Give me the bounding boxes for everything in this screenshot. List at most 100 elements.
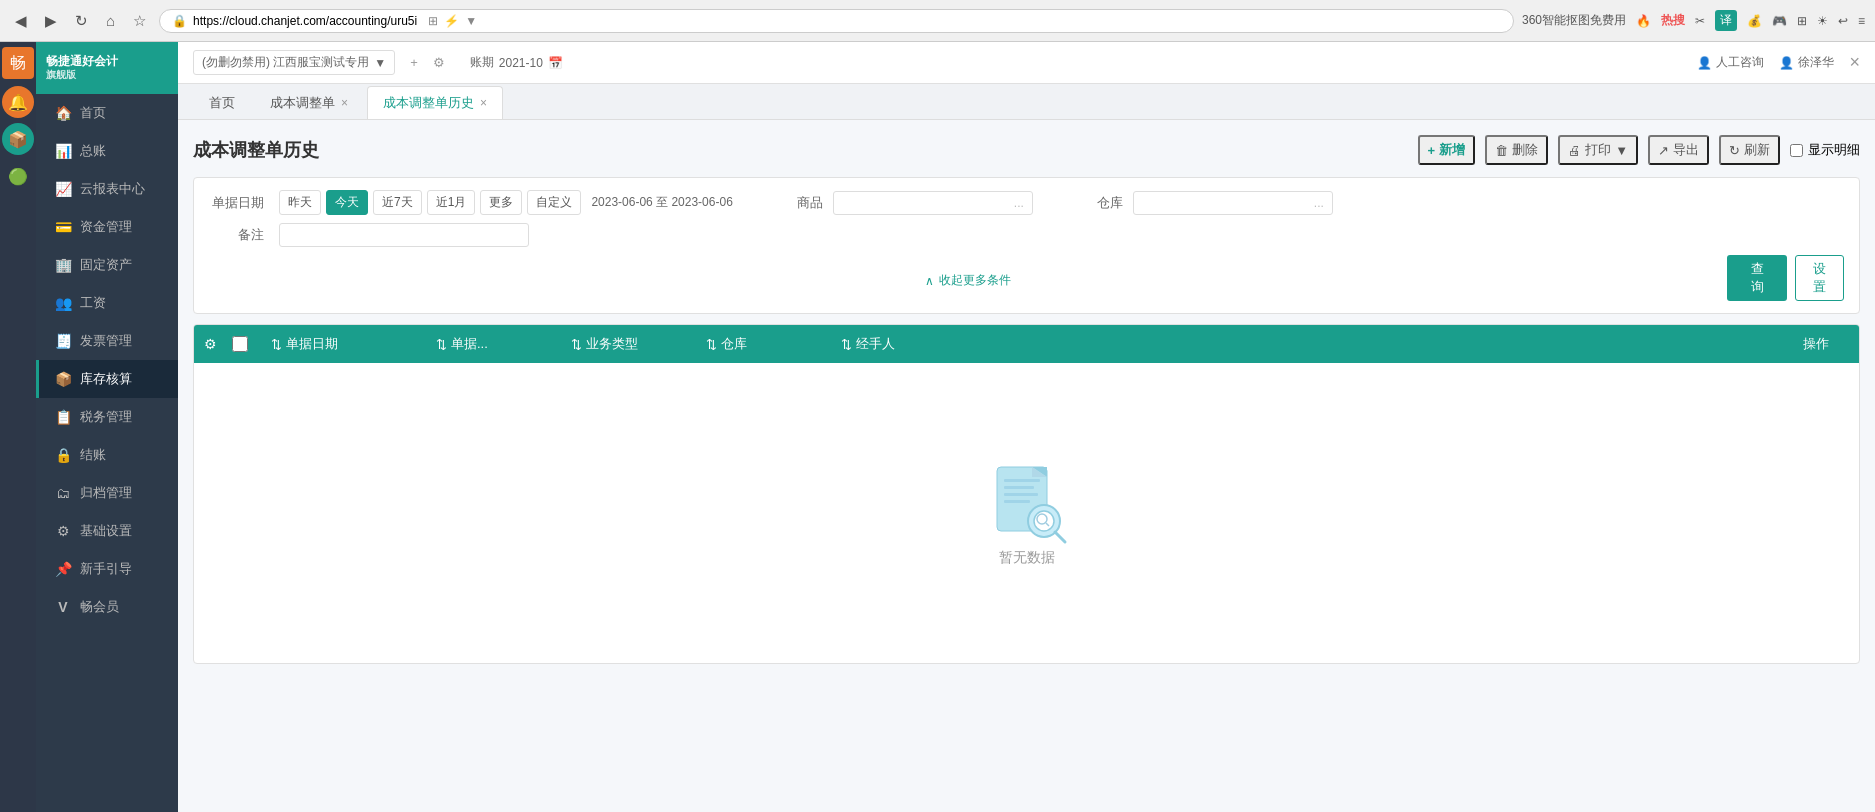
nav-item-tax-label: 税务管理: [80, 408, 132, 426]
consult-label: 人工咨询: [1716, 54, 1764, 71]
select-all-checkbox[interactable]: [232, 336, 248, 352]
col-header-type[interactable]: ⇅ 业务类型: [563, 335, 683, 353]
nav-item-salary-label: 工资: [80, 294, 106, 312]
top-bar-close-btn[interactable]: ×: [1849, 52, 1860, 73]
col-number-sort-icon: ⇅: [436, 337, 447, 352]
browser-right-section: 360智能抠图免费用 🔥 热搜 ✂ 译 💰 🎮 ⊞ ☀ ↩ ≡: [1522, 10, 1865, 31]
collapse-button[interactable]: ∧ 收起更多条件: [209, 264, 1727, 297]
refresh-button[interactable]: ↻: [70, 10, 93, 32]
col-date-sort-icon: ⇅: [271, 337, 282, 352]
nav-item-close-account-label: 结账: [80, 446, 106, 464]
star-button[interactable]: ☆: [128, 10, 151, 32]
filter-bottom-row: ∧ 收起更多条件 查询 设置: [209, 255, 1844, 301]
svg-line-9: [1055, 532, 1065, 542]
show-columns-checkbox[interactable]: [1790, 144, 1803, 157]
funds-nav-icon: 💳: [54, 219, 72, 235]
nav-item-salary[interactable]: 👥 工资: [36, 284, 178, 322]
nav-item-funds[interactable]: 💳 资金管理: [36, 208, 178, 246]
delete-button[interactable]: 🗑 删除: [1485, 135, 1548, 165]
print-icon: 🖨: [1568, 143, 1581, 158]
new-button[interactable]: + 新增: [1418, 135, 1476, 165]
nav-item-inventory[interactable]: 📦 库存核算: [36, 360, 178, 398]
col-header-warehouse[interactable]: ⇅ 仓库: [698, 335, 818, 353]
warehouse-filter: 仓库 ...: [1068, 191, 1333, 215]
date-filter-buttons: 昨天 今天 近7天 近1月 更多 自定义 2023-06-06 至 2023-0…: [279, 190, 733, 215]
nav-item-archive-label: 归档管理: [80, 484, 132, 502]
svg-rect-3: [1004, 493, 1038, 496]
nav-item-reports[interactable]: 📈 云报表中心: [36, 170, 178, 208]
period-value: 2021-10: [499, 56, 543, 70]
archive-nav-icon: 🗂: [54, 485, 72, 501]
forward-button[interactable]: ▶: [40, 10, 62, 32]
nav-item-archive[interactable]: 🗂 归档管理: [36, 474, 178, 512]
home-button[interactable]: ⌂: [101, 10, 120, 31]
calendar-icon[interactable]: 📅: [548, 56, 563, 70]
add-company-icon[interactable]: +: [410, 55, 418, 70]
col-type-sort-icon: ⇅: [571, 337, 582, 352]
assets-nav-icon: 🏢: [54, 257, 72, 273]
nav-item-guide[interactable]: 📌 新手引导: [36, 550, 178, 588]
nav-item-member-label: 畅会员: [80, 598, 119, 616]
nav-item-invoice[interactable]: 🧾 发票管理: [36, 322, 178, 360]
tab-home[interactable]: 首页: [193, 86, 251, 119]
col-header-person[interactable]: ⇅ 经手人: [833, 335, 983, 353]
nav-item-ledger-label: 总账: [80, 142, 106, 160]
consult-icon: 👤: [1697, 56, 1712, 70]
warehouse-select[interactable]: ...: [1133, 191, 1333, 215]
refresh-button[interactable]: ↻ 刷新: [1719, 135, 1780, 165]
goods-filter: 商品 ...: [768, 191, 1033, 215]
url-bar[interactable]: 🔒 https://cloud.chanjet.com/accounting/u…: [159, 9, 1514, 33]
filter-action-buttons: 查询 设置: [1727, 255, 1844, 301]
tab-cost-adjust[interactable]: 成本调整单 ×: [254, 86, 364, 119]
date-btn-more[interactable]: 更多: [480, 190, 522, 215]
date-btn-custom[interactable]: 自定义: [527, 190, 581, 215]
sidebar-icon-1[interactable]: 🔔: [2, 86, 34, 118]
back-button[interactable]: ◀: [10, 10, 32, 32]
sidebar-icon-3[interactable]: 🟢: [2, 160, 34, 192]
consult-btn[interactable]: 👤 人工咨询: [1697, 54, 1764, 71]
nav-item-settings[interactable]: ⚙ 基础设置: [36, 512, 178, 550]
goods-select[interactable]: ...: [833, 191, 1033, 215]
nav-item-home[interactable]: 🏠 首页: [36, 94, 178, 132]
company-name: (勿删勿禁用) 江西服宝测试专用: [202, 54, 369, 71]
date-btn-7days[interactable]: 近7天: [373, 190, 422, 215]
tab-cost-adjust-close[interactable]: ×: [341, 96, 348, 110]
nav-item-member[interactable]: V 畅会员: [36, 588, 178, 626]
query-button[interactable]: 查询: [1727, 255, 1787, 301]
nav-item-reports-label: 云报表中心: [80, 180, 145, 198]
nav-item-close-account[interactable]: 🔒 结账: [36, 436, 178, 474]
nav-item-assets[interactable]: 🏢 固定资产: [36, 246, 178, 284]
show-columns-section: 显示明细: [1790, 141, 1860, 159]
user-info[interactable]: 👤 徐泽华: [1779, 54, 1834, 71]
export-button[interactable]: ↗ 导出: [1648, 135, 1709, 165]
app-logo-icon[interactable]: 畅: [2, 47, 34, 79]
tab-cost-adjust-label: 成本调整单: [270, 94, 335, 112]
date-btn-1month[interactable]: 近1月: [427, 190, 476, 215]
sidebar-icon-2[interactable]: 📦: [2, 123, 34, 155]
nav-item-assets-label: 固定资产: [80, 256, 132, 274]
nav-item-inventory-label: 库存核算: [80, 370, 132, 388]
tax-nav-icon: 📋: [54, 409, 72, 425]
date-filter-label: 单据日期: [209, 194, 264, 212]
column-settings-icon[interactable]: ⚙: [204, 336, 217, 352]
company-dropdown-icon: ▼: [374, 56, 386, 70]
notes-input[interactable]: [279, 223, 529, 247]
period-label: 账期: [470, 54, 494, 71]
print-button[interactable]: 🖨 打印 ▼: [1558, 135, 1638, 165]
collapse-arrow-icon: ∧: [925, 274, 934, 288]
date-btn-yesterday[interactable]: 昨天: [279, 190, 321, 215]
col-header-date[interactable]: ⇅ 单据日期: [263, 335, 413, 353]
nav-item-tax[interactable]: 📋 税务管理: [36, 398, 178, 436]
tabs-bar: 首页 成本调整单 × 成本调整单历史 ×: [178, 84, 1875, 120]
tab-home-label: 首页: [209, 94, 235, 112]
date-btn-today[interactable]: 今天: [326, 190, 368, 215]
tab-cost-adjust-history-close[interactable]: ×: [480, 96, 487, 110]
nav-item-ledger[interactable]: 📊 总账: [36, 132, 178, 170]
tab-cost-adjust-history[interactable]: 成本调整单历史 ×: [367, 86, 503, 119]
company-selector[interactable]: (勿删勿禁用) 江西服宝测试专用 ▼: [193, 50, 395, 75]
table-section: ⚙ ⇅ 单据日期 ⇅ 单据... ⇅ 业务类型 ⇅: [193, 324, 1860, 664]
refresh-label: 刷新: [1744, 141, 1770, 159]
col-header-number[interactable]: ⇅ 单据...: [428, 335, 548, 353]
gear-icon[interactable]: ⚙: [433, 55, 445, 70]
filter-settings-button[interactable]: 设置: [1795, 255, 1844, 301]
